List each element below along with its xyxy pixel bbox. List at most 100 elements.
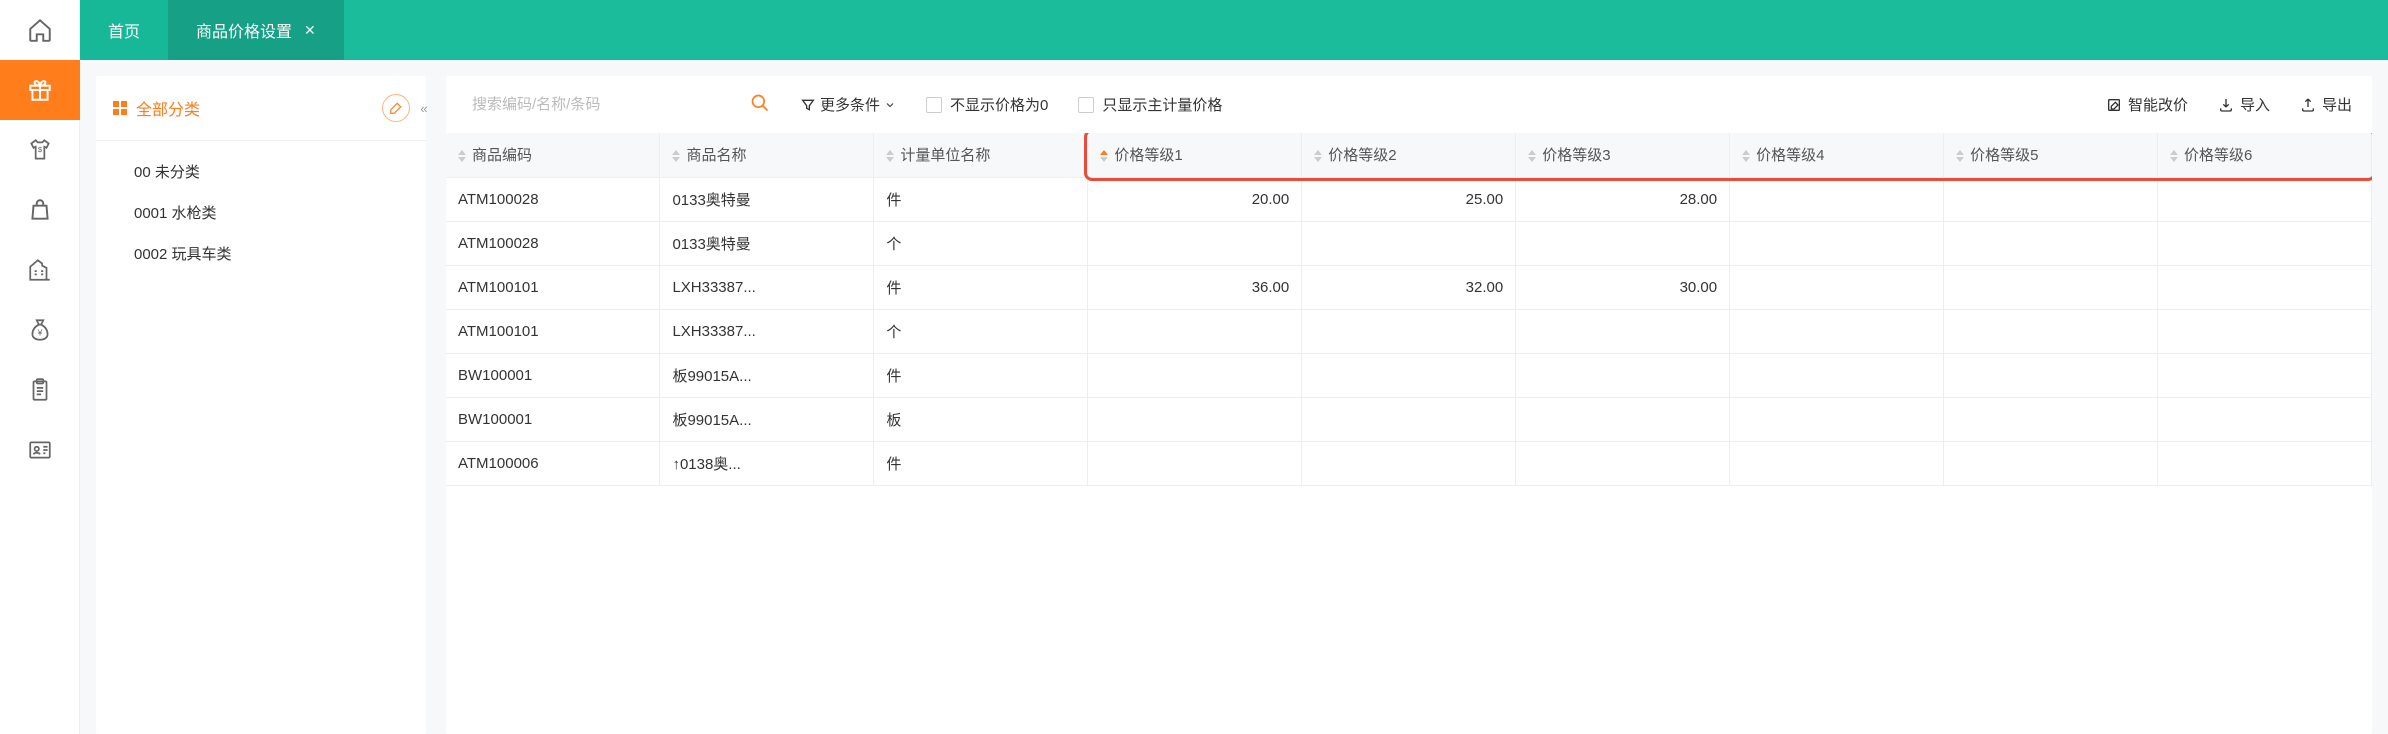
cell-unit: 板 — [874, 397, 1088, 441]
cell-p2[interactable]: 32.00 — [1302, 265, 1516, 309]
col-header-price6[interactable]: 价格等级6 — [2158, 133, 2372, 177]
tab-price-label: 商品价格设置 — [196, 18, 292, 42]
collapse-panel-button[interactable]: « — [414, 98, 434, 118]
cell-p3[interactable]: 28.00 — [1516, 177, 1730, 221]
search-icon[interactable] — [750, 93, 770, 116]
cell-p2[interactable] — [1302, 441, 1516, 485]
edit-category-button[interactable] — [382, 94, 410, 122]
cell-p5[interactable] — [1944, 221, 2158, 265]
col-header-price4[interactable]: 价格等级4 — [1730, 133, 1944, 177]
cell-p4[interactable] — [1730, 309, 1944, 353]
nav-building-icon[interactable] — [0, 240, 80, 300]
table-toolbar: 更多条件 不显示价格为0 只显示主计量价格 智能改价 — [446, 76, 2372, 133]
col-label: 价格等级1 — [1114, 147, 1182, 164]
sort-icon — [1314, 150, 1322, 162]
category-item[interactable]: 00 未分类 — [96, 151, 426, 192]
cell-p1[interactable]: 20.00 — [1088, 177, 1302, 221]
cell-p1[interactable] — [1088, 397, 1302, 441]
nav-idcard-icon[interactable] — [0, 420, 80, 480]
cell-p6[interactable] — [2158, 221, 2372, 265]
cell-p3[interactable] — [1516, 441, 1730, 485]
table-row[interactable]: ATM1000280133奥特曼件20.0025.0028.00 — [446, 177, 2372, 221]
col-label: 价格等级4 — [1756, 147, 1824, 164]
nav-moneybag-icon[interactable]: ¥ — [0, 300, 80, 360]
cell-p4[interactable] — [1730, 177, 1944, 221]
import-button[interactable]: 导入 — [2218, 94, 2270, 115]
price-table: 商品编码 商品名称 计量单位名称 价格等级1 价格等级2 价格等级3 价格等级4… — [446, 133, 2372, 486]
cell-p2[interactable] — [1302, 353, 1516, 397]
nav-clipboard-icon[interactable] — [0, 360, 80, 420]
col-header-code[interactable]: 商品编码 — [446, 133, 660, 177]
cell-unit: 件 — [874, 177, 1088, 221]
nav-gift-icon[interactable] — [0, 60, 80, 120]
category-panel: 全部分类 « 00 未分类 0001 水枪类 0002 玩具车类 — [96, 76, 426, 734]
nav-shirt-icon[interactable]: $ — [0, 120, 80, 180]
cell-p2[interactable]: 25.00 — [1302, 177, 1516, 221]
nav-bag-icon[interactable] — [0, 180, 80, 240]
cell-p3[interactable] — [1516, 397, 1730, 441]
cell-p2[interactable] — [1302, 309, 1516, 353]
nav-home-icon[interactable] — [0, 0, 80, 60]
cell-p4[interactable] — [1730, 441, 1944, 485]
cell-p2[interactable] — [1302, 221, 1516, 265]
cell-p4[interactable] — [1730, 353, 1944, 397]
svg-text:¥: ¥ — [36, 327, 42, 337]
cell-p4[interactable] — [1730, 265, 1944, 309]
table-row[interactable]: ATM100101LXH33387...个 — [446, 309, 2372, 353]
cell-p6[interactable] — [2158, 441, 2372, 485]
cell-p4[interactable] — [1730, 221, 1944, 265]
cell-p4[interactable] — [1730, 397, 1944, 441]
table-row[interactable]: BW100001板99015A...件 — [446, 353, 2372, 397]
cell-code: ATM100028 — [446, 221, 660, 265]
cell-p1[interactable] — [1088, 309, 1302, 353]
table-row[interactable]: ATM100006↑0138奥...件 — [446, 441, 2372, 485]
cell-p5[interactable] — [1944, 353, 2158, 397]
smart-edit-button[interactable]: 智能改价 — [2106, 94, 2188, 115]
cell-p5[interactable] — [1944, 309, 2158, 353]
col-header-price2[interactable]: 价格等级2 — [1302, 133, 1516, 177]
category-item[interactable]: 0002 玩具车类 — [96, 233, 426, 274]
cell-p6[interactable] — [2158, 265, 2372, 309]
table-row[interactable]: BW100001板99015A...板 — [446, 397, 2372, 441]
cell-p1[interactable] — [1088, 441, 1302, 485]
category-item[interactable]: 0001 水枪类 — [96, 192, 426, 233]
cell-p5[interactable] — [1944, 265, 2158, 309]
table-row[interactable]: ATM1000280133奥特曼个 — [446, 221, 2372, 265]
cell-p1[interactable] — [1088, 221, 1302, 265]
main-unit-checkbox[interactable]: 只显示主计量价格 — [1078, 94, 1222, 115]
table-row[interactable]: ATM100101LXH33387...件36.0032.0030.00 — [446, 265, 2372, 309]
export-button[interactable]: 导出 — [2300, 94, 2352, 115]
category-item-label: 0001 水枪类 — [134, 205, 217, 222]
cell-p3[interactable]: 30.00 — [1516, 265, 1730, 309]
col-header-price1[interactable]: 价格等级1 — [1088, 133, 1302, 177]
cell-p3[interactable] — [1516, 309, 1730, 353]
cell-p6[interactable] — [2158, 353, 2372, 397]
cell-p6[interactable] — [2158, 177, 2372, 221]
cell-unit: 个 — [874, 221, 1088, 265]
hide-zero-checkbox[interactable]: 不显示价格为0 — [926, 94, 1048, 115]
cell-code: ATM100006 — [446, 441, 660, 485]
tab-price-settings[interactable]: 商品价格设置 ✕ — [168, 0, 344, 60]
col-header-unit[interactable]: 计量单位名称 — [874, 133, 1088, 177]
cell-unit: 件 — [874, 353, 1088, 397]
cell-p6[interactable] — [2158, 397, 2372, 441]
tab-home[interactable]: 首页 — [80, 0, 168, 60]
col-header-price5[interactable]: 价格等级5 — [1944, 133, 2158, 177]
cell-p5[interactable] — [1944, 441, 2158, 485]
col-header-name[interactable]: 商品名称 — [660, 133, 874, 177]
cell-p3[interactable] — [1516, 353, 1730, 397]
cell-p5[interactable] — [1944, 397, 2158, 441]
more-conditions-button[interactable]: 更多条件 — [800, 94, 896, 115]
cell-p1[interactable]: 36.00 — [1088, 265, 1302, 309]
cell-p6[interactable] — [2158, 309, 2372, 353]
cell-p5[interactable] — [1944, 177, 2158, 221]
sort-icon — [458, 150, 466, 162]
cell-p2[interactable] — [1302, 397, 1516, 441]
cell-p3[interactable] — [1516, 221, 1730, 265]
col-header-price3[interactable]: 价格等级3 — [1516, 133, 1730, 177]
close-icon[interactable]: ✕ — [304, 22, 316, 39]
search-input[interactable] — [470, 90, 740, 119]
cell-unit: 件 — [874, 441, 1088, 485]
col-label: 计量单位名称 — [900, 147, 990, 164]
cell-p1[interactable] — [1088, 353, 1302, 397]
